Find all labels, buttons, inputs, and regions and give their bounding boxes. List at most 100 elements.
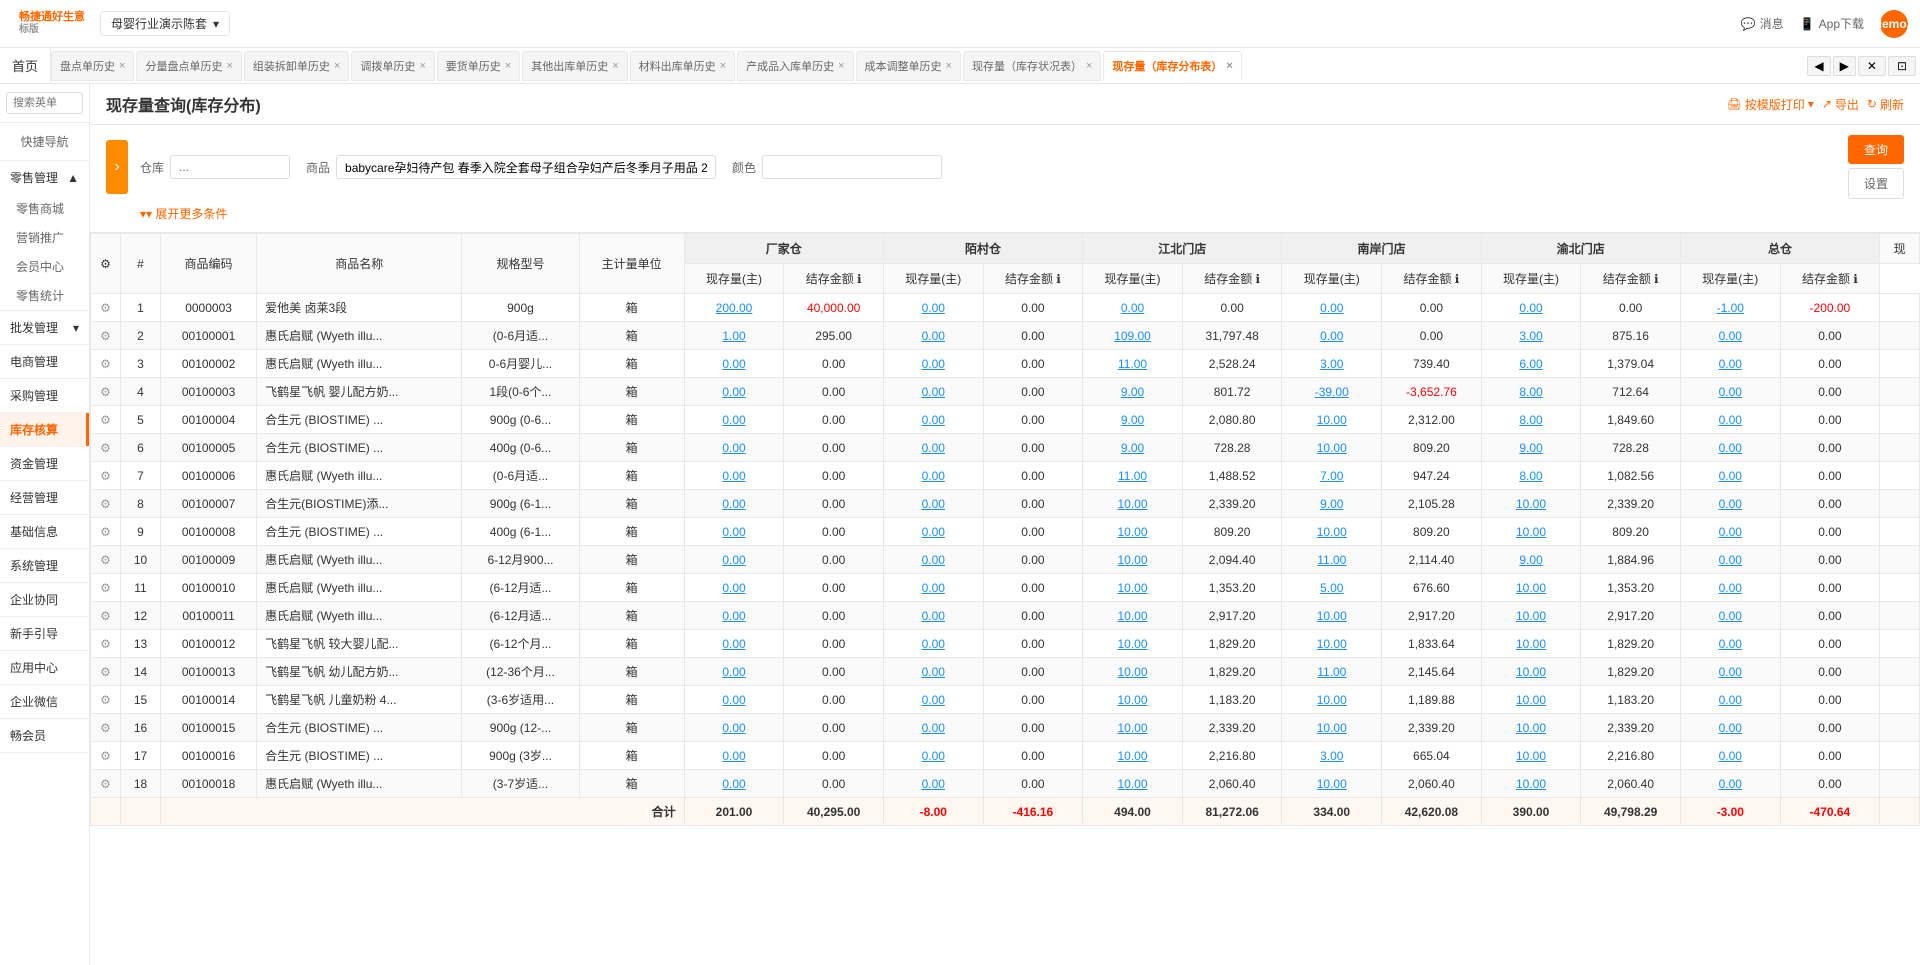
sidebar: 快捷导航 零售管理▲零售商城营销推广会员中心零售统计批发管理▾电商管理采购管理库…: [0, 84, 90, 965]
table-row: ⚙600100005合生元 (BIOSTIME) ...400g (0-6...…: [91, 434, 1920, 462]
changjiaCun-amt-header: 结存金额 ℹ: [784, 264, 884, 294]
tab-item-1[interactable]: 分量盘点单历史×: [136, 51, 241, 81]
tab-list: 盘点单历史×分量盘点单历史×组装拆卸单历史×调拨单历史×要货单历史×其他出库单历…: [51, 51, 1803, 81]
tab-item-7[interactable]: 产成品入库单历史×: [737, 51, 853, 81]
table-row: ⚙1400100013飞鹤星飞帆 幼儿配方奶...(12-36个月...箱0.0…: [91, 658, 1920, 686]
sidebar-menu-item[interactable]: 资金管理: [0, 447, 89, 480]
sidebar-section-采购管理[interactable]: 采购管理: [0, 379, 89, 413]
sidebar-section-批发管理[interactable]: 批发管理▾: [0, 311, 89, 345]
refresh-btn[interactable]: ↻ 刷新: [1867, 96, 1904, 113]
total-row: 合计201.0040,295.00-8.00-416.16494.0081,27…: [91, 798, 1920, 826]
mocunCun-group-header: 陌村仓: [883, 234, 1082, 264]
sidebar-section-电商管理[interactable]: 电商管理: [0, 345, 89, 379]
sidebar-menu-item[interactable]: 零售管理▲: [0, 161, 89, 194]
product-label: 商品: [306, 159, 330, 176]
nanan-qty-header: 现存量(主): [1282, 264, 1382, 294]
tab-item-0[interactable]: 盘点单历史×: [51, 51, 134, 81]
sidebar-section-库存核算[interactable]: 库存核算: [0, 413, 89, 447]
sidebar-menu-item[interactable]: 库存核算: [0, 413, 89, 446]
unit-col-header: 主计量单位: [579, 234, 684, 294]
page-title: 现存量查询(库存分布): [106, 92, 261, 116]
data-table: ⚙ # 商品编码 商品名称 规格型号 主计量单位 厂家仓 陌村仓 江北门店 南岸…: [90, 233, 1920, 826]
table-row: ⚙500100004合生元 (BIOSTIME) ...900g (0-6...…: [91, 406, 1920, 434]
sidebar-menu-item[interactable]: 新手引导: [0, 617, 89, 650]
tab-item-10[interactable]: 现存量（库存分布表）×: [1103, 51, 1241, 81]
sidebar-section-畅会员[interactable]: 畅会员: [0, 719, 89, 753]
tab-close-all-btn[interactable]: ✕: [1858, 56, 1886, 76]
sidebar-menu-item[interactable]: 电商管理: [0, 345, 89, 378]
product-input[interactable]: [336, 155, 716, 179]
table-row: ⚙1700100016合生元 (BIOSTIME) ...900g (3岁...…: [91, 742, 1920, 770]
page-actions: 🖨 按模版打印 ▾ ↗ 导出 ↻ 刷新: [1727, 96, 1904, 113]
table-row: ⚙700100006惠氏启赋 (Wyeth illu...(0-6月适...箱0…: [91, 462, 1920, 490]
sidebar-section-新手引导[interactable]: 新手引导: [0, 617, 89, 651]
sidebar-menu-item[interactable]: 批发管理▾: [0, 311, 89, 344]
sidebar-menu-item[interactable]: 经营管理: [0, 481, 89, 514]
tab-item-4[interactable]: 要货单历史×: [437, 51, 520, 81]
tab-item-6[interactable]: 材料出库单历史×: [630, 51, 735, 81]
table-row: ⚙900100008合生元 (BIOSTIME) ...400g (6-1...…: [91, 518, 1920, 546]
sidebar-menu-item[interactable]: 基础信息: [0, 515, 89, 548]
tab-item-8[interactable]: 成本调整单历史×: [856, 51, 961, 81]
table-row: ⚙800100007合生元(BIOSTIME)添...900g (6-1...箱…: [91, 490, 1920, 518]
sidebar-sub-item[interactable]: 零售商城: [0, 194, 89, 223]
sidebar-sub-item[interactable]: 零售统计: [0, 281, 89, 310]
sidebar-section-企业微信[interactable]: 企业微信: [0, 685, 89, 719]
jiangbei-group-header: 江北门店: [1083, 234, 1282, 264]
home-tab[interactable]: 首页: [0, 48, 51, 84]
sidebar-menu-item[interactable]: 采购管理: [0, 379, 89, 412]
tab-item-5[interactable]: 其他出库单历史×: [522, 51, 627, 81]
sidebar-search-area: [0, 84, 89, 123]
filter-area: › 仓库 商品 颜色 查询: [90, 125, 1920, 233]
top-bar-right: 💬 消息 📱 App下载 demo2: [1741, 10, 1908, 38]
sidebar-menu-item[interactable]: 企业微信: [0, 685, 89, 718]
nanan-amt-header: 结存金额 ℹ: [1382, 264, 1482, 294]
message-btn[interactable]: 💬 消息: [1741, 15, 1784, 32]
search-input[interactable]: [6, 92, 83, 114]
product-name-col-header: 商品名称: [257, 234, 462, 294]
expand-filter-btn[interactable]: ▾▾ 展开更多条件: [140, 207, 227, 221]
settings-col-header[interactable]: ⚙: [91, 234, 121, 294]
sidebar-sub-item[interactable]: 营销推广: [0, 223, 89, 252]
sidebar-section-企业协同[interactable]: 企业协同: [0, 583, 89, 617]
tab-item-9[interactable]: 现存量（库存状况表）×: [963, 51, 1101, 81]
top-bar: 畅捷通好生意 标版 母婴行业演示陈套 ▾ 💬 消息 📱 App下载 demo2: [0, 0, 1920, 48]
table-container[interactable]: ⚙ # 商品编码 商品名称 规格型号 主计量单位 厂家仓 陌村仓 江北门店 南岸…: [90, 233, 1920, 965]
logo-area: 畅捷通好生意 标版: [12, 11, 92, 36]
tab-prev-btn[interactable]: ◀: [1807, 56, 1830, 76]
sidebar-section-资金管理[interactable]: 资金管理: [0, 447, 89, 481]
zongcang-amt-header: 结存金额 ℹ: [1780, 264, 1880, 294]
print-btn[interactable]: 🖨 按模版打印 ▾: [1727, 96, 1814, 113]
content-area: 现存量查询(库存分布) 🖨 按模版打印 ▾ ↗ 导出 ↻ 刷新: [90, 84, 1920, 965]
sidebar-menu-item[interactable]: 系统管理: [0, 549, 89, 582]
sidebar-section-基础信息[interactable]: 基础信息: [0, 515, 89, 549]
jiangbei-qty-header: 现存量(主): [1083, 264, 1183, 294]
sidebar-section-零售管理[interactable]: 零售管理▲零售商城营销推广会员中心零售统计: [0, 161, 89, 311]
sidebar-menu-item[interactable]: 畅会员: [0, 719, 89, 752]
table-row: ⚙1600100015合生元 (BIOSTIME) ...900g (12-..…: [91, 714, 1920, 742]
filter-toggle-btn[interactable]: ›: [106, 140, 128, 194]
tab-item-2[interactable]: 组装拆卸单历史×: [244, 51, 349, 81]
zongcang-qty-header: 现存量(主): [1680, 264, 1780, 294]
table-row: ⚙200100001惠氏启赋 (Wyeth illu...(0-6月适...箱1…: [91, 322, 1920, 350]
sidebar-menu-item[interactable]: 企业协同: [0, 583, 89, 616]
table-row: ⚙1200100011惠氏启赋 (Wyeth illu...(6-12月适...…: [91, 602, 1920, 630]
export-btn[interactable]: ↗ 导出: [1822, 96, 1859, 113]
top-bar-left: 畅捷通好生意 标版 母婴行业演示陈套 ▾: [12, 11, 230, 36]
tab-item-3[interactable]: 调拨单历史×: [351, 51, 434, 81]
warehouse-input[interactable]: [170, 155, 290, 179]
sidebar-section-经营管理[interactable]: 经营管理: [0, 481, 89, 515]
color-input[interactable]: [762, 155, 942, 179]
industry-dropdown[interactable]: 母婴行业演示陈套 ▾: [100, 11, 230, 36]
quick-nav-item[interactable]: 快捷导航: [0, 127, 89, 156]
tab-expand-btn[interactable]: ⊡: [1888, 56, 1916, 76]
app-download-btn[interactable]: 📱 App下载: [1800, 15, 1864, 32]
sidebar-section-应用中心[interactable]: 应用中心: [0, 651, 89, 685]
sidebar-menu-item[interactable]: 应用中心: [0, 651, 89, 684]
tab-next-btn[interactable]: ▶: [1833, 56, 1856, 76]
query-btn[interactable]: 查询: [1848, 135, 1904, 164]
settings-btn[interactable]: 设置: [1848, 168, 1904, 199]
user-avatar[interactable]: demo2: [1880, 10, 1908, 38]
sidebar-section-系统管理[interactable]: 系统管理: [0, 549, 89, 583]
sidebar-sub-item[interactable]: 会员中心: [0, 252, 89, 281]
